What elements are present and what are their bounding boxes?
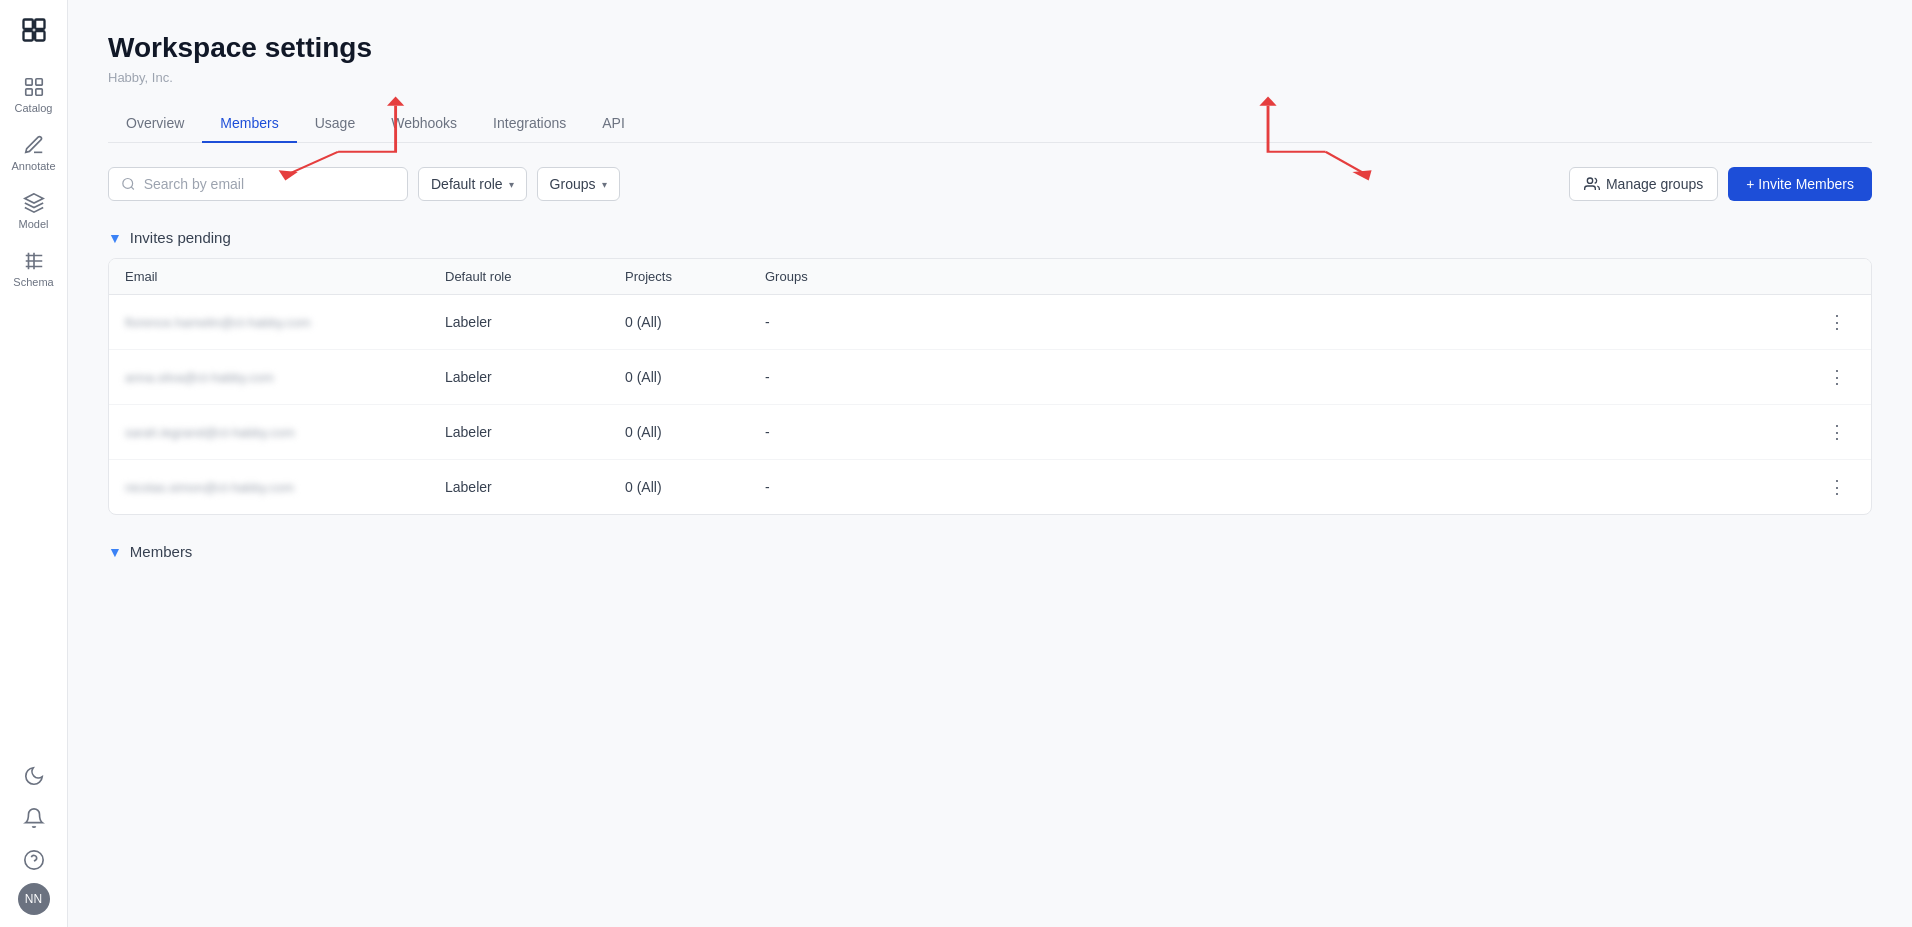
row4-groups: - — [765, 479, 905, 495]
svg-rect-1 — [35, 20, 44, 29]
svg-point-10 — [123, 178, 133, 188]
tab-members[interactable]: Members — [202, 105, 296, 143]
search-icon — [121, 176, 136, 192]
avatar-initials: NN — [25, 892, 42, 906]
table-header: Email Default role Projects Groups — [109, 259, 1871, 295]
col-empty — [905, 269, 1819, 284]
row3-role: Labeler — [445, 424, 625, 440]
sidebar-item-notifications[interactable] — [6, 799, 62, 837]
col-projects: Projects — [625, 269, 765, 284]
row1-role: Labeler — [445, 314, 625, 330]
user-avatar[interactable]: NN — [18, 883, 50, 915]
row4-email: nicolas.simon@ct-habby.com — [125, 480, 445, 495]
toolbar: Default role ▾ Groups ▾ Manage groups — [108, 167, 1872, 201]
invites-pending-section-header[interactable]: ▼ Invites pending — [108, 229, 1872, 246]
manage-groups-icon — [1584, 176, 1600, 192]
sidebar-item-model[interactable]: Model — [6, 184, 62, 238]
groups-label: Groups — [550, 176, 596, 192]
row2-more-button[interactable]: ⋮ — [1819, 364, 1855, 390]
sidebar-bottom: NN — [6, 757, 62, 915]
row3-email: sarah.legrand@ct-habby.com — [125, 425, 445, 440]
row1-groups: - — [765, 314, 905, 330]
sidebar: Catalog Annotate Model Schema — [0, 0, 68, 927]
row2-groups: - — [765, 369, 905, 385]
app-logo[interactable] — [16, 12, 52, 48]
svg-rect-7 — [35, 89, 41, 95]
sidebar-item-schema[interactable]: Schema — [6, 242, 62, 296]
col-default-role: Default role — [445, 269, 625, 284]
sidebar-item-catalog-label: Catalog — [15, 102, 53, 114]
row2-projects: 0 (All) — [625, 369, 765, 385]
chevron-down-icon: ▾ — [509, 179, 514, 190]
row1-email: florence.hamelin@ct-habby.com — [125, 315, 445, 330]
default-role-dropdown[interactable]: Default role ▾ — [418, 167, 527, 201]
default-role-label: Default role — [431, 176, 503, 192]
invite-label: + Invite Members — [1746, 176, 1854, 192]
main-content: Workspace settings Habby, Inc. Overview … — [68, 0, 1912, 927]
svg-rect-4 — [25, 79, 31, 85]
table-row: nicolas.simon@ct-habby.com Labeler 0 (Al… — [109, 460, 1871, 514]
tab-api[interactable]: API — [584, 105, 643, 143]
chevron-down-icon: ▼ — [108, 230, 122, 246]
table-row: sarah.legrand@ct-habby.com Labeler 0 (Al… — [109, 405, 1871, 460]
sidebar-item-help[interactable] — [6, 841, 62, 879]
toolbar-right: Manage groups + Invite Members — [1569, 167, 1872, 201]
svg-rect-0 — [23, 20, 32, 29]
row4-more-button[interactable]: ⋮ — [1819, 474, 1855, 500]
workspace-name: Habby, Inc. — [108, 70, 1872, 85]
svg-rect-3 — [35, 31, 44, 40]
sidebar-item-catalog[interactable]: Catalog — [6, 68, 62, 122]
row3-projects: 0 (All) — [625, 424, 765, 440]
manage-groups-button[interactable]: Manage groups — [1569, 167, 1718, 201]
row2-email: anna.silva@ct-habby.com — [125, 370, 445, 385]
invite-members-button[interactable]: + Invite Members — [1728, 167, 1872, 201]
search-input[interactable] — [144, 176, 395, 192]
sidebar-item-darkmode[interactable] — [6, 757, 62, 795]
svg-point-11 — [1587, 178, 1592, 183]
row4-projects: 0 (All) — [625, 479, 765, 495]
row4-role: Labeler — [445, 479, 625, 495]
svg-rect-2 — [23, 31, 32, 40]
row1-more-button[interactable]: ⋮ — [1819, 309, 1855, 335]
manage-groups-label: Manage groups — [1606, 176, 1703, 192]
row2-role: Labeler — [445, 369, 625, 385]
members-section-header[interactable]: ▼ Members — [108, 543, 1872, 560]
invites-pending-table: Email Default role Projects Groups flore… — [108, 258, 1872, 515]
col-groups: Groups — [765, 269, 905, 284]
invites-pending-title: Invites pending — [130, 229, 231, 246]
sidebar-item-annotate[interactable]: Annotate — [6, 126, 62, 180]
chevron-down-icon: ▼ — [108, 544, 122, 560]
search-box — [108, 167, 408, 201]
tab-integrations[interactable]: Integrations — [475, 105, 584, 143]
table-row: florence.hamelin@ct-habby.com Labeler 0 … — [109, 295, 1871, 350]
table-row: anna.silva@ct-habby.com Labeler 0 (All) … — [109, 350, 1871, 405]
page-title: Workspace settings — [108, 32, 1872, 64]
tabs: Overview Members Usage Webhooks Integrat… — [108, 105, 1872, 143]
sidebar-item-schema-label: Schema — [13, 276, 53, 288]
groups-dropdown[interactable]: Groups ▾ — [537, 167, 620, 201]
tab-overview[interactable]: Overview — [108, 105, 202, 143]
row3-more-button[interactable]: ⋮ — [1819, 419, 1855, 445]
svg-rect-6 — [25, 89, 31, 95]
col-email: Email — [125, 269, 445, 284]
tab-usage[interactable]: Usage — [297, 105, 373, 143]
row3-groups: - — [765, 424, 905, 440]
members-title: Members — [130, 543, 193, 560]
sidebar-item-model-label: Model — [19, 218, 49, 230]
row1-projects: 0 (All) — [625, 314, 765, 330]
svg-rect-5 — [35, 79, 41, 85]
sidebar-item-annotate-label: Annotate — [11, 160, 55, 172]
chevron-down-icon: ▾ — [602, 179, 607, 190]
tab-webhooks[interactable]: Webhooks — [373, 105, 475, 143]
svg-point-8 — [24, 851, 42, 869]
col-actions — [1819, 269, 1855, 284]
